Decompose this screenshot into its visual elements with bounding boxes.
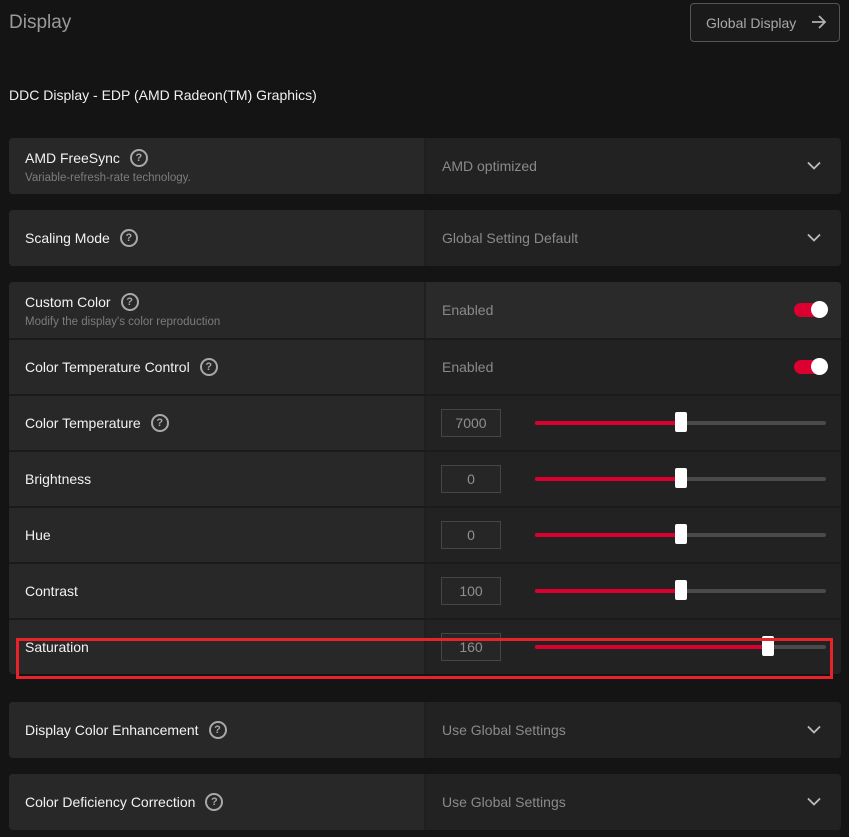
chevron-down-icon [807, 725, 821, 734]
freesync-value: AMD optimized [442, 158, 537, 174]
chevron-down-icon [807, 233, 821, 242]
brightness-slider[interactable] [535, 468, 826, 488]
scaling-label: Scaling Mode [25, 230, 110, 246]
help-icon[interactable]: ? [119, 229, 138, 247]
hue-label: Hue [25, 527, 51, 543]
brightness-label: Brightness [25, 471, 92, 487]
page-title: Display [9, 12, 72, 33]
slider-thumb[interactable] [674, 468, 687, 488]
color-deficiency-label: Color Deficiency Correction [25, 794, 196, 810]
saturation-input[interactable]: 160 [441, 633, 501, 661]
custom-color-state: Enabled [442, 302, 494, 318]
help-icon[interactable]: ? [199, 358, 218, 376]
color-enhancement-label: Display Color Enhancement [25, 722, 199, 738]
freesync-card: AMD FreeSync ? Variable-refresh-rate tec… [9, 138, 841, 194]
arrow-right-icon [812, 15, 827, 29]
toggle-knob [811, 358, 828, 375]
contrast-row: Contrast 100 [9, 562, 841, 618]
freesync-description: Variable-refresh-rate technology. [25, 172, 191, 184]
help-icon[interactable]: ? [150, 414, 169, 432]
scaling-dropdown[interactable]: Global Setting Default [426, 210, 841, 266]
color-temp-control-toggle[interactable] [794, 358, 828, 375]
custom-color-label: Custom Color [25, 294, 111, 310]
custom-color-toggle[interactable] [794, 301, 828, 318]
contrast-label: Contrast [25, 583, 78, 599]
custom-color-card: Custom Color ? Modify the display's colo… [9, 282, 841, 674]
brightness-input[interactable]: 0 [441, 465, 501, 493]
scaling-value: Global Setting Default [442, 230, 579, 246]
custom-color-description: Modify the display's color reproduction [25, 316, 221, 328]
slider-fill [535, 421, 681, 425]
slider-thumb[interactable] [674, 412, 687, 432]
slider-thumb[interactable] [674, 580, 687, 600]
hue-slider[interactable] [535, 524, 826, 544]
slider-fill [535, 589, 681, 593]
color-temperature-input[interactable]: 7000 [441, 409, 501, 437]
color-temperature-row: Color Temperature ? 7000 [9, 394, 841, 450]
slider-fill [535, 645, 768, 649]
help-icon[interactable]: ? [208, 721, 227, 739]
toggle-knob [811, 301, 828, 318]
contrast-slider[interactable] [535, 580, 826, 600]
saturation-row: Saturation 160 [9, 618, 841, 674]
device-name: DDC Display - EDP (AMD Radeon(TM) Graphi… [9, 87, 317, 103]
color-temp-control-state: Enabled [442, 359, 494, 375]
color-enhancement-value: Use Global Settings [442, 722, 566, 738]
color-temp-control-label: Color Temperature Control [25, 359, 190, 375]
color-temperature-label: Color Temperature [25, 415, 141, 431]
slider-thumb[interactable] [761, 636, 774, 656]
chevron-down-icon [807, 797, 821, 806]
global-display-label: Global Display [706, 14, 797, 31]
help-icon[interactable]: ? [205, 793, 224, 811]
saturation-label: Saturation [25, 639, 89, 655]
slider-fill [535, 477, 681, 481]
color-deficiency-dropdown[interactable]: Use Global Settings [426, 774, 841, 830]
contrast-input[interactable]: 100 [441, 577, 501, 605]
hue-input[interactable]: 0 [441, 521, 501, 549]
freesync-label: AMD FreeSync [25, 150, 120, 166]
color-enhancement-dropdown[interactable]: Use Global Settings [426, 702, 841, 758]
color-deficiency-card: Color Deficiency Correction ? Use Global… [9, 774, 841, 830]
freesync-dropdown[interactable]: AMD optimized [426, 138, 841, 194]
brightness-row: Brightness 0 [9, 450, 841, 506]
color-enhancement-card: Display Color Enhancement ? Use Global S… [9, 702, 841, 758]
hue-row: Hue 0 [9, 506, 841, 562]
scaling-card: Scaling Mode ? Global Setting Default [9, 210, 841, 266]
slider-fill [535, 533, 681, 537]
help-icon[interactable]: ? [129, 149, 148, 167]
color-temperature-slider[interactable] [535, 412, 826, 432]
saturation-slider[interactable] [535, 636, 826, 656]
slider-thumb[interactable] [674, 524, 687, 544]
global-display-button[interactable]: Global Display [690, 3, 840, 42]
chevron-down-icon [807, 161, 821, 170]
help-icon[interactable]: ? [120, 293, 139, 311]
color-deficiency-value: Use Global Settings [442, 794, 566, 810]
